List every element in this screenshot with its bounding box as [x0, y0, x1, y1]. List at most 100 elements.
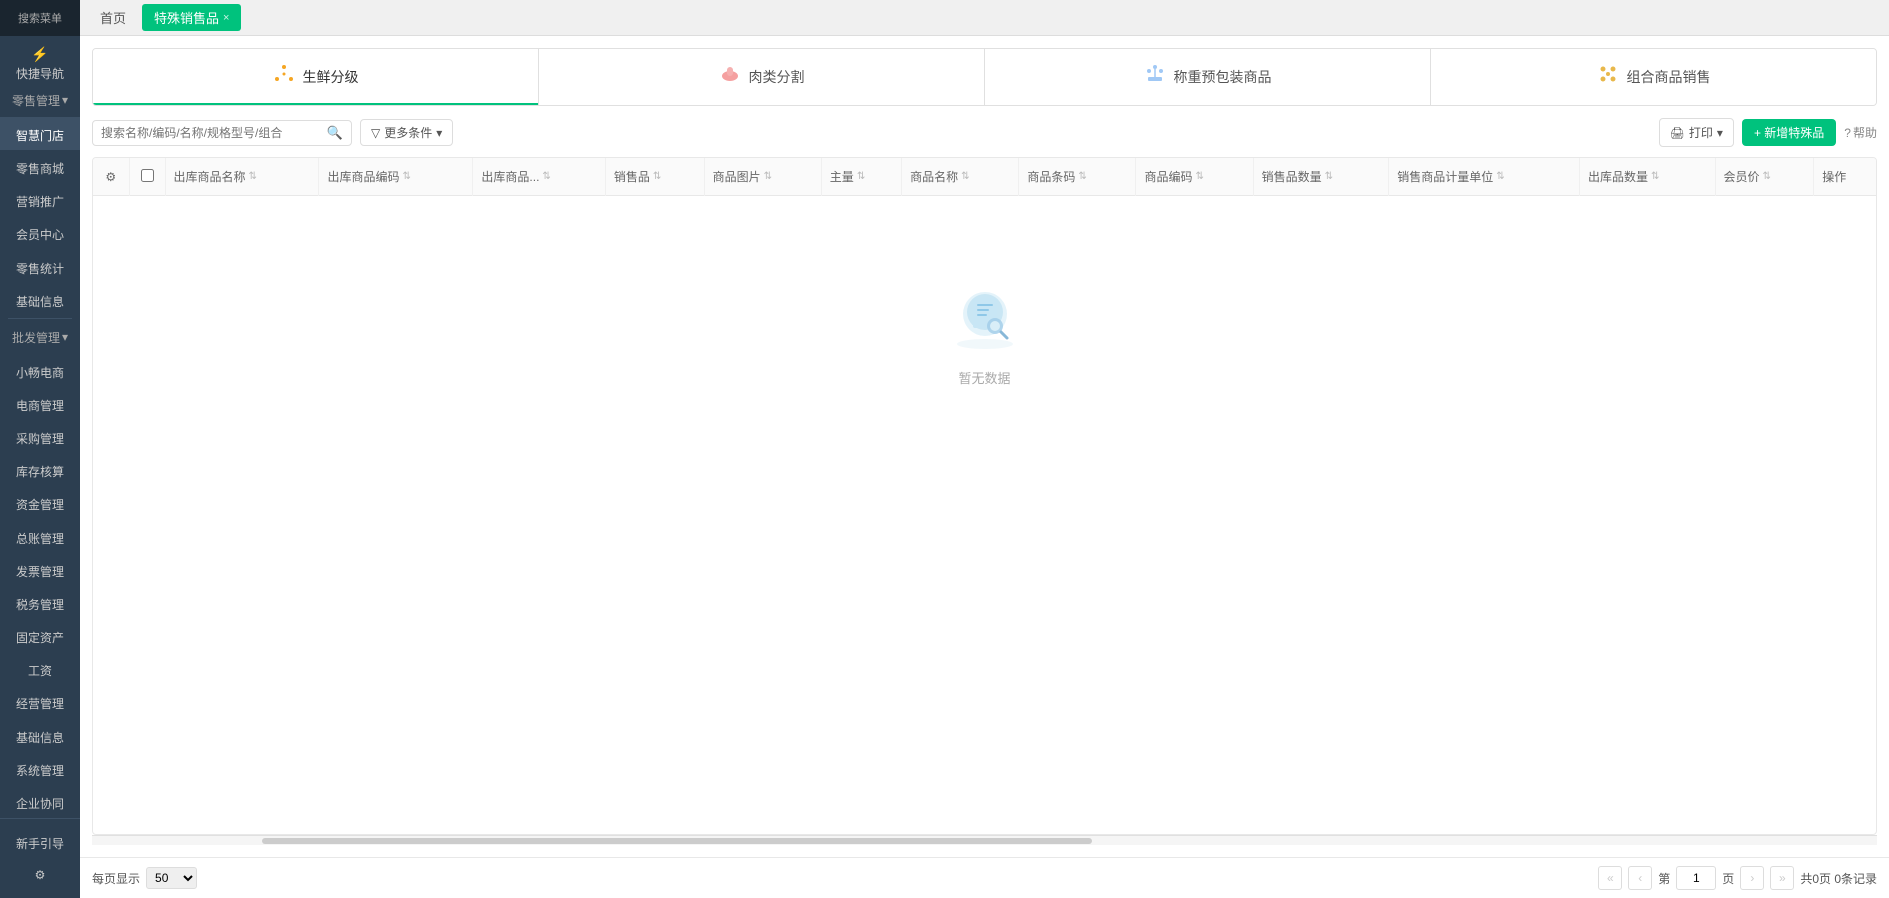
cat-tab-meat[interactable]: 肉类分割	[539, 49, 985, 105]
next-page-button[interactable]: ›	[1740, 866, 1764, 890]
sidebar-item-marketing[interactable]: 营销推广	[0, 183, 80, 216]
fresh-icon	[273, 63, 295, 91]
sidebar-item-enterprise-collab[interactable]: 企业协同	[0, 785, 80, 818]
page-total: 共0页 0条记录	[1800, 870, 1877, 887]
cat-tab-weight[interactable]: 称重预包装商品	[985, 49, 1431, 105]
sidebar-item-finance[interactable]: 资金管理	[0, 486, 80, 519]
sidebar-item-ecommerce[interactable]: 小畅电商	[0, 354, 80, 387]
page-content: 生鲜分级 肉类分割	[80, 36, 1889, 857]
sidebar-item-ecommerce-mgmt[interactable]: 电商管理	[0, 387, 80, 420]
sidebar-item-newbie-guide[interactable]: 新手引导	[0, 827, 80, 860]
select-all-checkbox[interactable]	[141, 169, 154, 182]
filter-chevron-icon: ▾	[436, 126, 442, 140]
cat-tab-fresh[interactable]: 生鲜分级	[93, 49, 539, 105]
per-page-select[interactable]: 10 20 50 100	[146, 867, 197, 889]
weight-icon	[1144, 63, 1166, 91]
sort-icon-10: ⇅	[1325, 171, 1333, 182]
tab-home[interactable]: 首页	[92, 8, 134, 27]
last-page-button[interactable]: »	[1770, 866, 1794, 890]
quick-nav-icon: ⚡	[4, 46, 76, 63]
settings-icon: ⚙	[4, 868, 76, 882]
th-product-code[interactable]: 商品编码 ⇅	[1136, 158, 1253, 196]
sort-icon-13: ⇅	[1763, 171, 1771, 182]
first-page-button[interactable]: «	[1598, 866, 1622, 890]
sidebar-item-base-info-2[interactable]: 基础信息	[0, 719, 80, 752]
sidebar-item-wholesale-mgmt[interactable]: 批发管理 ▾	[0, 321, 80, 354]
th-product-name[interactable]: 商品名称 ⇅	[902, 158, 1019, 196]
cat-tab-combo[interactable]: 组合商品销售	[1431, 49, 1876, 105]
empty-illustration	[945, 276, 1025, 356]
sidebar-item-invoice[interactable]: 发票管理	[0, 553, 80, 586]
th-product-barcode[interactable]: 商品条码 ⇅	[1019, 158, 1136, 196]
search-box[interactable]: 🔍	[92, 120, 352, 146]
sidebar-item-system-mgmt[interactable]: 系统管理	[0, 752, 80, 785]
sidebar-item-purchase-mgmt[interactable]: 采购管理	[0, 420, 80, 453]
sidebar-item-ledger[interactable]: 总账管理	[0, 520, 80, 553]
sidebar-item-base-info-1[interactable]: 基础信息	[0, 283, 80, 316]
sidebar-item-member-center[interactable]: 会员中心	[0, 216, 80, 249]
th-main-qty[interactable]: 主量 ⇅	[821, 158, 901, 196]
settings-col-icon: ⚙	[105, 170, 116, 184]
empty-state-row: 暂无数据	[93, 196, 1876, 468]
table-header-row: ⚙ 出库商品名称 ⇅ 出库商	[93, 158, 1876, 196]
add-special-product-button[interactable]: + 新增特殊品	[1742, 119, 1836, 146]
sort-icon-6: ⇅	[857, 171, 865, 182]
toolbar: 🔍 ▽ 更多条件 ▾ 🖨 打印 ▾ + 新增特殊品 ?	[92, 118, 1877, 147]
th-product-image[interactable]: 商品图片 ⇅	[704, 158, 821, 196]
meat-icon	[719, 63, 741, 91]
th-outbound-qty[interactable]: 出库品数量 ⇅	[1579, 158, 1715, 196]
toolbar-left: 🔍 ▽ 更多条件 ▾	[92, 119, 453, 146]
scrollbar-thumb[interactable]	[262, 838, 1092, 844]
sidebar: 搜索菜单 ⚡ 快捷导航 零售管理 ▾ 智慧门店 零售商城 营销推广 会员中心 零…	[0, 0, 80, 898]
th-member-price[interactable]: 会员价 ⇅	[1715, 158, 1814, 196]
page-input[interactable]	[1676, 866, 1716, 890]
horizontal-scrollbar[interactable]	[92, 835, 1877, 845]
th-sales-qty[interactable]: 销售品数量 ⇅	[1253, 158, 1389, 196]
th-outbound-product-code[interactable]: 出库商品编码 ⇅	[319, 158, 473, 196]
page-unit-label: 页	[1722, 870, 1734, 887]
th-operations: 操作	[1814, 158, 1876, 196]
th-sales-product[interactable]: 销售品 ⇅	[605, 158, 704, 196]
toolbar-right: 🖨 打印 ▾ + 新增特殊品 ? 帮助	[1659, 118, 1877, 147]
th-checkbox[interactable]	[129, 158, 165, 196]
sidebar-item-retail-mall[interactable]: 零售商城	[0, 150, 80, 183]
help-button[interactable]: ? 帮助	[1844, 124, 1877, 141]
sidebar-bottom: 新手引导 ⚙	[0, 818, 80, 898]
sidebar-item-quick-nav[interactable]: ⚡ 快捷导航	[0, 36, 80, 84]
sort-icon-8: ⇅	[1078, 171, 1086, 182]
sort-icon-12: ⇅	[1651, 171, 1659, 182]
prev-page-button[interactable]: ‹	[1628, 866, 1652, 890]
sidebar-item-retail-mgmt[interactable]: 零售管理 ▾	[0, 84, 80, 117]
chevron-icon-2: ▾	[62, 330, 68, 344]
th-outbound-product-name[interactable]: 出库商品名称 ⇅	[165, 158, 319, 196]
search-input[interactable]	[101, 126, 327, 140]
filter-button[interactable]: ▽ 更多条件 ▾	[360, 119, 453, 146]
data-table: ⚙ 出库商品名称 ⇅ 出库商	[93, 158, 1876, 467]
main-area: 首页 特殊销售品 × 生鲜分级	[80, 0, 1889, 898]
sort-icon-3: ⇅	[542, 171, 550, 182]
search-icon[interactable]: 🔍	[327, 125, 343, 141]
sort-icon: ⇅	[249, 171, 257, 182]
th-outbound-product-etc[interactable]: 出库商品... ⇅	[473, 158, 605, 196]
sidebar-item-tax[interactable]: 税务管理	[0, 586, 80, 619]
page-nav: « ‹ 第 页 › » 共0页 0条记录	[1598, 866, 1877, 890]
sidebar-item-fixed-assets[interactable]: 固定资产	[0, 619, 80, 652]
sidebar-item-inventory[interactable]: 库存核算	[0, 453, 80, 486]
th-sales-unit[interactable]: 销售商品计量单位 ⇅	[1389, 158, 1580, 196]
tab-close-icon[interactable]: ×	[223, 12, 229, 24]
print-icon: 🖨	[1670, 126, 1685, 140]
sidebar-item-settings[interactable]: ⚙	[0, 860, 80, 890]
data-table-container: ⚙ 出库商品名称 ⇅ 出库商	[92, 157, 1877, 835]
sidebar-search[interactable]: 搜索菜单	[0, 0, 80, 36]
sort-icon-9: ⇅	[1195, 171, 1203, 182]
sort-icon-4: ⇅	[653, 171, 661, 182]
sidebar-item-retail-stats[interactable]: 零售统计	[0, 250, 80, 283]
sidebar-item-operations[interactable]: 经营管理	[0, 685, 80, 718]
th-settings[interactable]: ⚙	[93, 158, 129, 196]
sidebar-divider-1	[8, 318, 72, 319]
tab-special-sales[interactable]: 特殊销售品 ×	[142, 4, 241, 31]
pagination-bar: 每页显示 10 20 50 100 « ‹ 第 页 › » 共0页 0条记录	[80, 857, 1889, 898]
sidebar-item-salary[interactable]: 工资	[0, 652, 80, 685]
print-button[interactable]: 🖨 打印 ▾	[1659, 118, 1734, 147]
sidebar-item-smart-store[interactable]: 智慧门店	[0, 117, 80, 150]
